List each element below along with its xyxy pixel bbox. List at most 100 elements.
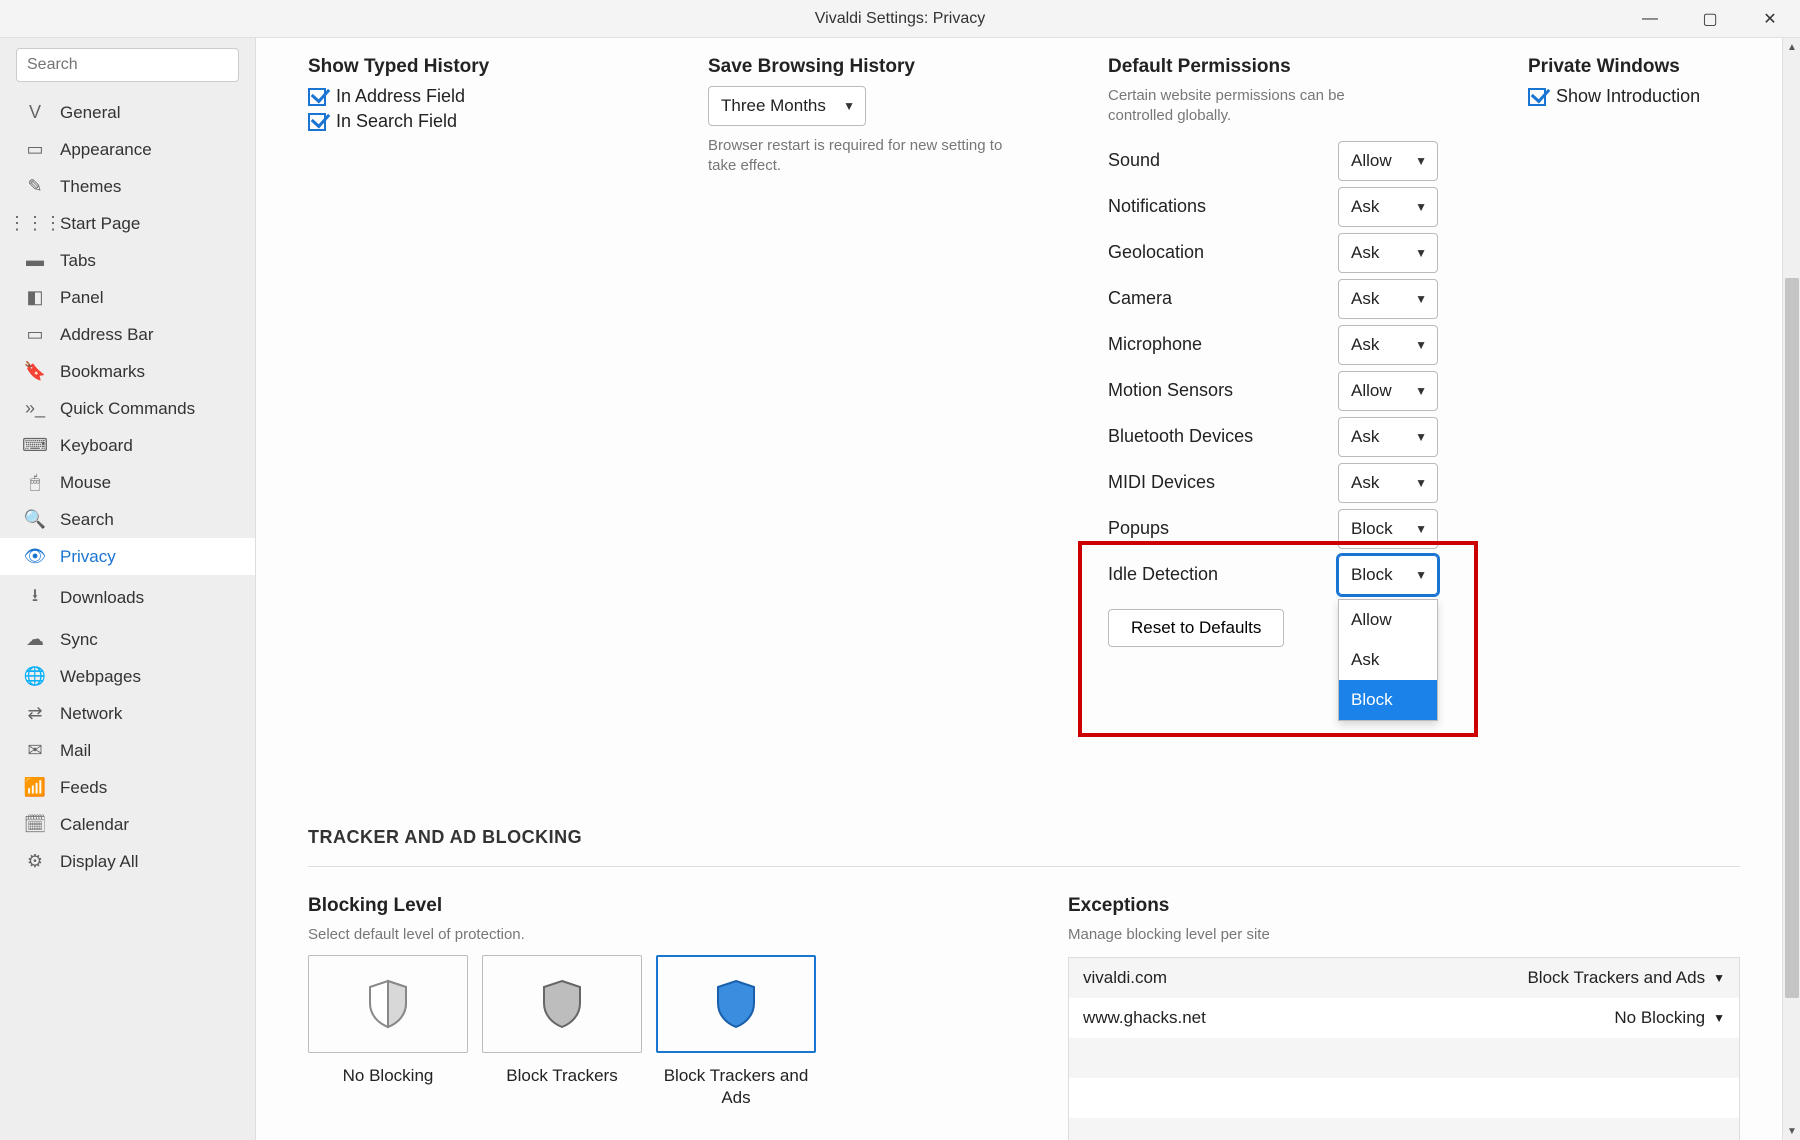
typed-history-search-checkbox[interactable]: In Search Field <box>308 111 648 132</box>
sidebar-item-keyboard[interactable]: ⌨Keyboard <box>0 427 255 464</box>
permission-select-bluetooth-devices[interactable]: Ask <box>1338 417 1438 457</box>
scroll-thumb[interactable] <box>1785 278 1799 998</box>
sidebar-item-label: Mouse <box>60 473 111 493</box>
window-controls: — ▢ ✕ <box>1620 0 1800 37</box>
exceptions-section: Exceptions Manage blocking level per sit… <box>1068 885 1740 1140</box>
exception-row[interactable]: www.ghacks.netNo Blocking <box>1069 998 1739 1038</box>
reset-defaults-button[interactable]: Reset to Defaults <box>1108 609 1284 647</box>
exception-value[interactable]: Block Trackers and Ads <box>1527 968 1725 988</box>
permission-row-geolocation: Geolocation Ask <box>1108 233 1438 273</box>
feeds-icon: 📶 <box>24 777 46 798</box>
sidebar-item-label: Appearance <box>60 140 152 160</box>
permission-select-motion-sensors[interactable]: Allow <box>1338 371 1438 411</box>
sidebar-item-calendar[interactable]: 🗓Calendar <box>0 806 255 843</box>
level-block-trackers-ads[interactable] <box>656 955 816 1053</box>
sidebar-item-sync[interactable]: ☁ Sync <box>0 621 255 658</box>
permission-select-idle-detection[interactable]: Block <box>1338 555 1438 595</box>
dropdown-option-ask[interactable]: Ask <box>1339 640 1437 680</box>
permission-select-microphone[interactable]: Ask <box>1338 325 1438 365</box>
permissions-section: Default Permissions Certain website perm… <box>1108 46 1468 647</box>
keyboard-icon: ⌨ <box>24 435 46 456</box>
titlebar: Vivaldi Settings: Privacy — ▢ ✕ <box>0 0 1800 38</box>
sidebar-item-address-bar[interactable]: ▭Address Bar <box>0 316 255 353</box>
level-block-trackers[interactable] <box>482 955 642 1053</box>
permissions-title: Default Permissions <box>1108 56 1468 78</box>
tracker-heading: TRACKER AND AD BLOCKING <box>308 827 1740 848</box>
close-button[interactable]: ✕ <box>1740 0 1800 37</box>
permission-row-notifications: Notifications Ask <box>1108 187 1438 227</box>
shield-blue-icon <box>714 979 758 1029</box>
general-icon: V <box>24 102 46 123</box>
mail-icon: ✉ <box>24 740 46 761</box>
dropdown-option-block[interactable]: Block <box>1339 680 1437 720</box>
sidebar-item-tabs[interactable]: ▬Tabs <box>0 242 255 279</box>
scroll-up-arrow[interactable]: ▲ <box>1783 38 1800 56</box>
minimize-button[interactable]: — <box>1620 0 1680 37</box>
sidebar-item-search[interactable]: 🔍Search <box>0 501 255 538</box>
permission-select-notifications[interactable]: Ask <box>1338 187 1438 227</box>
permission-select-midi-devices[interactable]: Ask <box>1338 463 1438 503</box>
sidebar-item-bookmarks[interactable]: 🔖Bookmarks <box>0 353 255 390</box>
sidebar-item-label: Sync <box>60 630 98 650</box>
permission-label: Notifications <box>1108 196 1206 217</box>
private-windows-title: Private Windows <box>1528 56 1740 78</box>
browsing-history-select[interactable]: Three Months <box>708 86 866 126</box>
exception-row-empty <box>1069 1118 1739 1140</box>
blocking-level-section: Blocking Level Select default level of p… <box>308 885 1008 1140</box>
sidebar-item-webpages[interactable]: 🌐Webpages <box>0 658 255 695</box>
permission-select-geolocation[interactable]: Ask <box>1338 233 1438 273</box>
permission-label: MIDI Devices <box>1108 472 1215 493</box>
permission-select-popups[interactable]: Block <box>1338 509 1438 549</box>
address-bar-icon: ▭ <box>24 324 46 345</box>
dropdown-option-allow[interactable]: Allow <box>1339 600 1437 640</box>
settings-sidebar: VGeneral ▭ Appearance ✎Themes⋮⋮⋮Start Page▬… <box>0 38 256 1140</box>
appearance-icon: ▭ <box>24 139 46 160</box>
exception-value[interactable]: No Blocking <box>1614 1008 1725 1028</box>
sidebar-item-display-all[interactable]: ⚙Display All <box>0 843 255 880</box>
settings-search-input[interactable] <box>16 48 239 82</box>
downloads-icon: ⭳ <box>24 583 46 613</box>
sidebar-item-privacy[interactable]: 👁Privacy <box>0 538 255 575</box>
sidebar-item-quick-commands[interactable]: »_Quick Commands <box>0 390 255 427</box>
sidebar-item-label: Tabs <box>60 251 96 271</box>
permission-select-sound[interactable]: Allow <box>1338 141 1438 181</box>
webpages-icon: 🌐 <box>24 666 46 687</box>
sidebar-item-feeds[interactable]: 📶 Feeds <box>0 769 255 806</box>
permission-label: Popups <box>1108 518 1169 539</box>
scroll-down-arrow[interactable]: ▼ <box>1783 1122 1800 1140</box>
sidebar-item-label: Calendar <box>60 815 129 835</box>
exception-row-empty <box>1069 1038 1739 1078</box>
settings-nav: VGeneral ▭ Appearance ✎Themes⋮⋮⋮Start Page▬… <box>0 92 255 880</box>
sidebar-item-label: Search <box>60 510 114 530</box>
sidebar-item-general[interactable]: VGeneral <box>0 94 255 131</box>
private-windows-section: Private Windows Show Introduction <box>1528 46 1740 647</box>
quick-commands-icon: »_ <box>24 398 46 419</box>
sidebar-item-label: Themes <box>60 177 121 197</box>
typed-history-search-label: In Search Field <box>336 111 457 132</box>
scrollbar[interactable]: ▲ ▼ <box>1782 38 1800 1140</box>
show-introduction-checkbox[interactable]: Show Introduction <box>1528 86 1740 107</box>
sidebar-item-label: Feeds <box>60 778 107 798</box>
permission-label: Geolocation <box>1108 242 1204 263</box>
permission-select-camera[interactable]: Ask <box>1338 279 1438 319</box>
sync-icon: ☁ <box>24 629 46 650</box>
permission-row-popups: Popups Block <box>1108 509 1438 549</box>
sidebar-item-start-page[interactable]: ⋮⋮⋮Start Page <box>0 205 255 242</box>
sidebar-item-panel[interactable]: ◧Panel <box>0 279 255 316</box>
typed-history-section: Show Typed History In Address Field In S… <box>308 46 648 647</box>
permission-label: Idle Detection <box>1108 564 1218 585</box>
sidebar-item-network[interactable]: ⇄Network <box>0 695 255 732</box>
sidebar-item-downloads[interactable]: ⭳Downloads <box>0 575 255 621</box>
maximize-button[interactable]: ▢ <box>1680 0 1740 37</box>
permission-label: Sound <box>1108 150 1160 171</box>
sidebar-item-appearance[interactable]: ▭ Appearance <box>0 131 255 168</box>
idle-detection-dropdown: Allow Ask Block <box>1338 599 1438 721</box>
sidebar-item-label: Mail <box>60 741 91 761</box>
exception-row[interactable]: vivaldi.comBlock Trackers and Ads <box>1069 958 1739 998</box>
exceptions-title: Exceptions <box>1068 895 1740 917</box>
sidebar-item-mouse[interactable]: 🖱Mouse <box>0 464 255 501</box>
sidebar-item-mail[interactable]: ✉ Mail <box>0 732 255 769</box>
typed-history-address-checkbox[interactable]: In Address Field <box>308 86 648 107</box>
level-no-blocking[interactable] <box>308 955 468 1053</box>
sidebar-item-themes[interactable]: ✎Themes <box>0 168 255 205</box>
